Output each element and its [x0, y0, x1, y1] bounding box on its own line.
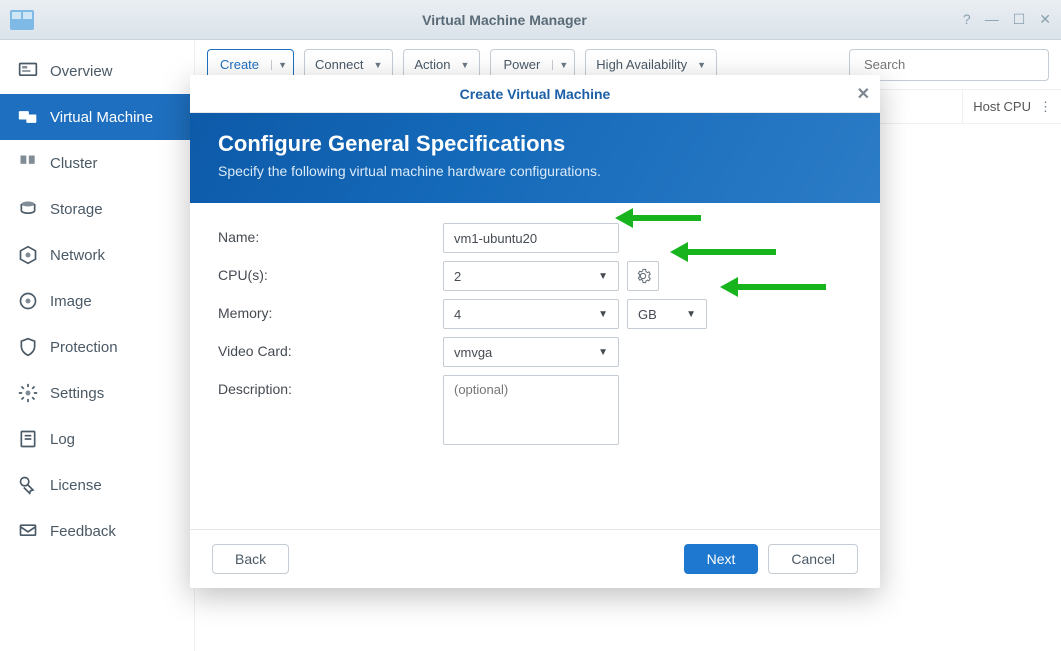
- sidebar-item-protection[interactable]: Protection: [0, 324, 194, 370]
- feedback-icon: [18, 521, 38, 541]
- sidebar-item-image[interactable]: Image: [0, 278, 194, 324]
- memory-select[interactable]: 4 ▼: [443, 299, 619, 329]
- sidebar-item-network[interactable]: Network: [0, 232, 194, 278]
- settings-icon: [18, 383, 38, 403]
- chevron-down-icon: ▼: [461, 60, 480, 70]
- chevron-down-icon: ▼: [598, 347, 608, 358]
- memory-label: Memory:: [218, 299, 443, 321]
- chevron-down-icon: ▼: [598, 271, 608, 282]
- dialog-footer: Back Next Cancel: [190, 529, 880, 588]
- chevron-down-icon[interactable]: ▼: [271, 60, 293, 70]
- dialog-subheading: Specify the following virtual machine ha…: [218, 163, 852, 179]
- name-label: Name:: [218, 223, 443, 245]
- storage-icon: [18, 199, 38, 219]
- dialog-header: Configure General Specifications Specify…: [190, 113, 880, 203]
- sidebar-item-label: Storage: [50, 201, 103, 218]
- cluster-icon: [18, 153, 38, 173]
- protection-icon: [18, 337, 38, 357]
- sidebar-item-label: Feedback: [50, 523, 116, 540]
- chevron-down-icon: ▼: [373, 60, 392, 70]
- name-input[interactable]: [443, 223, 619, 253]
- chevron-down-icon[interactable]: ▼: [552, 60, 574, 70]
- dialog-titlebar: Create Virtual Machine ✕: [190, 75, 880, 113]
- network-icon: [18, 245, 38, 265]
- description-label: Description:: [218, 375, 443, 397]
- overview-icon: [18, 61, 38, 81]
- close-window-icon[interactable]: ✕: [1039, 11, 1051, 28]
- sidebar-item-label: Network: [50, 247, 105, 264]
- dialog-heading: Configure General Specifications: [218, 131, 852, 157]
- sidebar-item-virtual-machine[interactable]: Virtual Machine: [0, 94, 194, 140]
- sidebar-item-label: License: [50, 477, 102, 494]
- image-icon: [18, 291, 38, 311]
- column-menu-icon[interactable]: ⋮: [1039, 99, 1053, 115]
- sidebar-item-label: Virtual Machine: [50, 109, 153, 126]
- chevron-down-icon: ▼: [686, 309, 696, 320]
- create-vm-dialog: Create Virtual Machine ✕ Configure Gener…: [190, 75, 880, 588]
- sidebar-item-feedback[interactable]: Feedback: [0, 508, 194, 554]
- cpus-select[interactable]: 2 ▼: [443, 261, 619, 291]
- sidebar-item-label: Overview: [50, 63, 113, 80]
- titlebar: Virtual Machine Manager ? — ☐ ✕: [0, 0, 1061, 40]
- sidebar: Overview Virtual Machine Cluster Storage…: [0, 40, 195, 651]
- vm-icon: [18, 107, 38, 127]
- sidebar-item-overview[interactable]: Overview: [0, 48, 194, 94]
- cpu-settings-button[interactable]: [627, 261, 659, 291]
- video-select[interactable]: vmvga ▼: [443, 337, 619, 367]
- sidebar-item-label: Settings: [50, 385, 104, 402]
- maximize-icon[interactable]: ☐: [1013, 11, 1026, 28]
- minimize-icon[interactable]: —: [985, 11, 999, 28]
- back-button[interactable]: Back: [212, 544, 289, 574]
- close-icon[interactable]: ✕: [857, 84, 870, 104]
- sidebar-item-log[interactable]: Log: [0, 416, 194, 462]
- sidebar-item-label: Cluster: [50, 155, 98, 172]
- description-textarea[interactable]: [443, 375, 619, 445]
- log-icon: [18, 429, 38, 449]
- search-input[interactable]: [864, 57, 1040, 72]
- cpus-label: CPU(s):: [218, 261, 443, 283]
- window-controls: ? — ☐ ✕: [963, 11, 1051, 28]
- chevron-down-icon: ▼: [598, 309, 608, 320]
- sidebar-item-settings[interactable]: Settings: [0, 370, 194, 416]
- sidebar-item-storage[interactable]: Storage: [0, 186, 194, 232]
- column-host-cpu[interactable]: Host CPU ⋮: [962, 90, 1061, 123]
- sidebar-item-license[interactable]: License: [0, 462, 194, 508]
- cancel-button[interactable]: Cancel: [768, 544, 858, 574]
- gear-icon: [635, 268, 651, 284]
- sidebar-item-label: Image: [50, 293, 92, 310]
- app-icon: [10, 10, 34, 30]
- dialog-body: Name: CPU(s): 2 ▼ Memory: 4: [190, 203, 880, 459]
- chevron-down-icon: ▼: [697, 60, 716, 70]
- license-icon: [18, 475, 38, 495]
- dialog-title: Create Virtual Machine: [460, 86, 611, 102]
- sidebar-item-label: Log: [50, 431, 75, 448]
- memory-unit-select[interactable]: GB ▼: [627, 299, 707, 329]
- help-icon[interactable]: ?: [963, 11, 971, 28]
- window-title: Virtual Machine Manager: [46, 12, 963, 28]
- video-label: Video Card:: [218, 337, 443, 359]
- sidebar-item-cluster[interactable]: Cluster: [0, 140, 194, 186]
- sidebar-item-label: Protection: [50, 339, 118, 356]
- next-button[interactable]: Next: [684, 544, 759, 574]
